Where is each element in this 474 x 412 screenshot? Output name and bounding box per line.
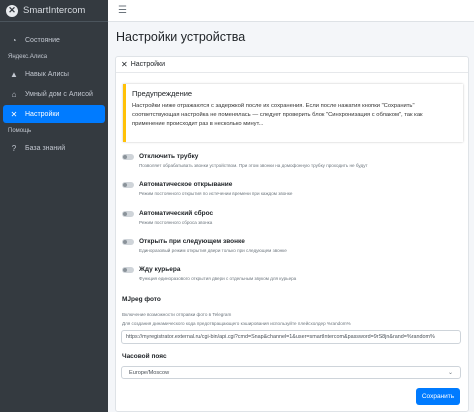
sidebar-item-alice-skill[interactable]: ▲ Навык Алисы	[3, 65, 105, 83]
brand-link[interactable]: ✕ SmartIntercom	[0, 0, 108, 22]
option-description: Функция единоразового открытия двери с о…	[139, 276, 297, 281]
option-label: Отключить трубку	[139, 153, 199, 160]
timezone-value: Europe/Moscow	[129, 369, 170, 376]
option-auto-reset: Автоматический сброс Режим постоянного с…	[122, 210, 462, 225]
save-button[interactable]: Сохранить	[416, 388, 460, 405]
warning-alert: Предупреждение Настройки ниже отражаются…	[123, 84, 463, 142]
option-description: Режим постоянного сброса звонка	[139, 220, 213, 225]
option-label: Автоматическое открывание	[139, 181, 233, 188]
option-disable-handset: Отключить трубку Позволяет обрабатывать …	[122, 153, 462, 168]
gauge-icon: ◔	[11, 35, 17, 45]
sidebar-item-label: Умный дом с Алисой	[25, 90, 93, 98]
question-circle-icon: ?	[11, 143, 17, 153]
alert-title: Предупреждение	[132, 89, 193, 98]
page-title: Настройки устройства	[116, 30, 246, 44]
tools-icon: ✕	[121, 60, 128, 69]
tools-icon: ✕	[10, 109, 18, 119]
option-courier: Жду курьера Функция единоразового открыт…	[122, 266, 462, 281]
toggle-switch[interactable]	[122, 153, 134, 160]
option-description: Позволяет обрабатывать звонки устройство…	[139, 163, 368, 168]
sidebar-item-label: Настройки	[25, 110, 60, 118]
sidebar-header-alice: Яндекс.Алиса	[8, 54, 48, 60]
option-label: Автоматический сброс	[139, 210, 214, 217]
option-open-next-call: Открыть при следующем звонке Единоразовы…	[122, 238, 462, 253]
sidebar-item-settings[interactable]: ✕ Настройки	[3, 105, 105, 123]
alert-text: Настройки ниже отражаются с задержкой по…	[132, 103, 423, 127]
sidebar-item-label: Навык Алисы	[25, 70, 69, 78]
mjpeg-help-placeholder: Для создания динамического кода предотвр…	[122, 321, 351, 326]
toggle-switch[interactable]	[122, 238, 134, 245]
sidebar-item-smart-home[interactable]: ⌂ Умный дом с Алисой	[3, 85, 105, 103]
timezone-select[interactable]: Europe/Moscow ⌄	[121, 366, 461, 379]
card-header: ✕ Настройки	[116, 57, 468, 73]
brand-logo-icon: ✕	[6, 4, 18, 17]
graduation-cap-icon: ▲	[10, 69, 18, 79]
sidebar-item-status[interactable]: ◔ Состояние	[3, 31, 105, 49]
mjpeg-url-input[interactable]: https://myregistrator.external.ru/cgi-bi…	[121, 330, 461, 344]
sidebar-header-help: Помощь	[8, 128, 32, 134]
option-label: Открыть при следующем звонке	[139, 238, 245, 245]
settings-card: ✕ Настройки Предупреждение Настройки ниж…	[115, 56, 469, 412]
sidebar: ✕ SmartIntercom ◔ Состояние Яндекс.Алиса…	[0, 0, 108, 412]
mjpeg-label: MJpeg фото	[122, 296, 161, 303]
top-navbar: ☰	[108, 0, 474, 22]
sidebar-item-label: Состояние	[25, 36, 60, 44]
option-description: Режим постоянного открытия по истечении …	[139, 191, 293, 196]
card-title: Настройки	[130, 61, 166, 68]
timezone-label: Часовой пояс	[122, 353, 167, 360]
toggle-switch[interactable]	[122, 210, 134, 217]
option-description: Единоразовый режим открытия двери только…	[139, 248, 287, 253]
mjpeg-help-telegram: Включение возможности отправки фото в Te…	[122, 312, 232, 317]
hamburger-menu-icon[interactable]: ☰	[118, 5, 127, 16]
toggle-switch[interactable]	[122, 266, 134, 273]
brand-name: SmartIntercom	[23, 5, 86, 16]
chevron-down-icon: ⌄	[447, 370, 453, 376]
home-icon: ⌂	[11, 89, 17, 99]
sidebar-item-label: База знаний	[25, 144, 66, 152]
toggle-switch[interactable]	[122, 181, 134, 188]
sidebar-item-knowledge-base[interactable]: ? База знаний	[3, 139, 105, 157]
option-label: Жду курьера	[139, 266, 181, 273]
option-auto-open: Автоматическое открывание Режим постоянн…	[122, 181, 462, 196]
